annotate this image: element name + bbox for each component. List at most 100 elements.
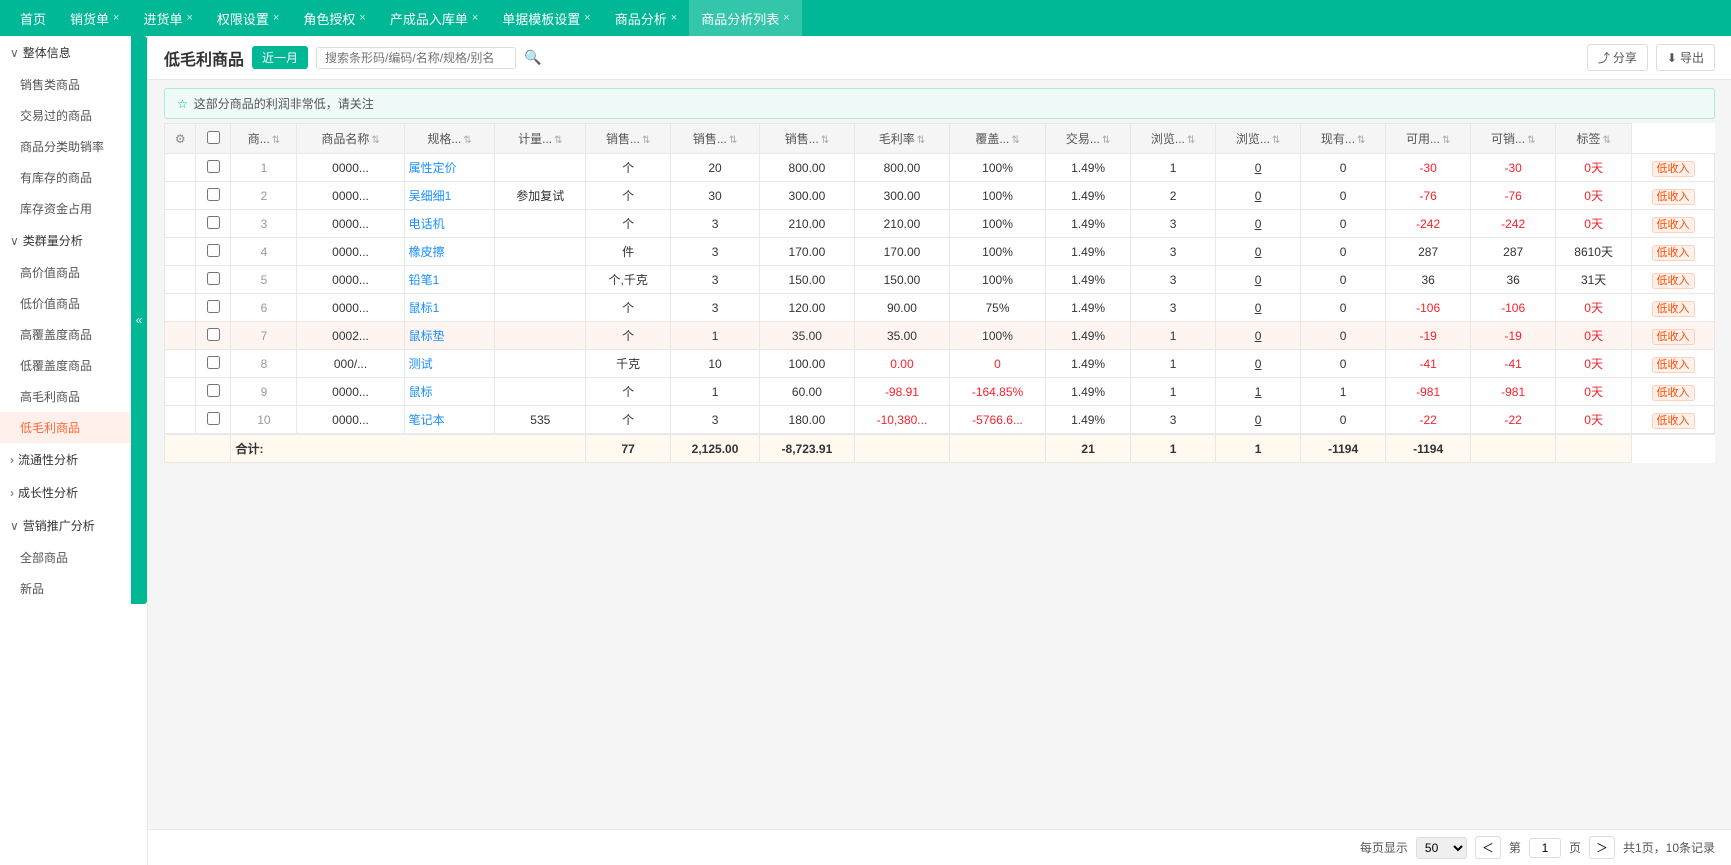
- close-icon[interactable]: ×: [273, 12, 279, 24]
- row-view1[interactable]: 1: [1216, 378, 1301, 406]
- sidebar-group-circulation[interactable]: › 流通性分析: [0, 443, 131, 476]
- col-sales-price[interactable]: 销售...⇅: [671, 124, 760, 154]
- row-select-checkbox[interactable]: [207, 300, 220, 313]
- col-saleable[interactable]: 可销...⇅: [1471, 124, 1556, 154]
- row-checkbox-cell[interactable]: [196, 378, 231, 406]
- row-checkbox-cell[interactable]: [196, 238, 231, 266]
- close-icon[interactable]: ×: [113, 12, 119, 24]
- row-view1[interactable]: 0: [1216, 322, 1301, 350]
- row-view1[interactable]: 0: [1216, 294, 1301, 322]
- row-select-checkbox[interactable]: [207, 160, 220, 173]
- close-icon[interactable]: ×: [671, 12, 677, 24]
- share-button[interactable]: ⤴ 分享: [1587, 44, 1648, 71]
- sidebar-collapse-button[interactable]: «: [131, 36, 147, 604]
- row-checkbox-cell[interactable]: [196, 406, 231, 435]
- sidebar-group-overall[interactable]: ∨ 整体信息: [0, 36, 131, 69]
- sidebar-item-high-value[interactable]: 高价值商品: [0, 257, 131, 288]
- col-available[interactable]: 可用...⇅: [1386, 124, 1471, 154]
- row-select-checkbox[interactable]: [207, 328, 220, 341]
- row-checkbox-cell[interactable]: [196, 266, 231, 294]
- col-name[interactable]: 商品名称⇅: [297, 124, 404, 154]
- select-all-checkbox[interactable]: [207, 131, 220, 144]
- col-coverage[interactable]: 覆盖...⇅: [949, 124, 1045, 154]
- sidebar-item-sales-products[interactable]: 销售类商品: [0, 69, 131, 100]
- row-checkbox-cell[interactable]: [196, 154, 231, 182]
- row-select-checkbox[interactable]: [207, 272, 220, 285]
- prev-page-button[interactable]: ＜: [1475, 836, 1501, 859]
- row-select-checkbox[interactable]: [207, 244, 220, 257]
- col-gross-margin[interactable]: 毛利率⇅: [854, 124, 949, 154]
- nav-role-auth[interactable]: 角色授权 ×: [291, 0, 377, 36]
- row-checkbox-cell[interactable]: [196, 294, 231, 322]
- row-select-checkbox[interactable]: [207, 356, 220, 369]
- next-page-button[interactable]: ＞: [1589, 836, 1615, 859]
- nav-purchase-order[interactable]: 进货单 ×: [131, 0, 204, 36]
- sidebar-item-category-rate[interactable]: 商品分类助销率: [0, 131, 131, 162]
- col-checkbox[interactable]: [196, 124, 231, 154]
- row-name[interactable]: 铅笔1: [404, 266, 495, 294]
- sidebar-item-all-products[interactable]: 全部商品: [0, 542, 131, 573]
- col-code[interactable]: 商...⇅: [231, 124, 297, 154]
- row-view1[interactable]: 0: [1216, 154, 1301, 182]
- col-view2[interactable]: 浏览...⇅: [1216, 124, 1301, 154]
- row-checkbox-cell[interactable]: [196, 182, 231, 210]
- nav-product-analysis-list[interactable]: 商品分析列表 ×: [689, 0, 801, 36]
- row-name[interactable]: 测试: [404, 350, 495, 378]
- sidebar-item-low-coverage[interactable]: 低覆盖度商品: [0, 350, 131, 381]
- row-checkbox-cell[interactable]: [196, 350, 231, 378]
- sidebar-item-new-products[interactable]: 新品: [0, 573, 131, 604]
- row-view1[interactable]: 0: [1216, 350, 1301, 378]
- row-select-checkbox[interactable]: [207, 384, 220, 397]
- row-checkbox-cell[interactable]: [196, 322, 231, 350]
- sidebar-item-low-margin[interactable]: 低毛利商品: [0, 412, 131, 443]
- row-name[interactable]: 鼠标垫: [404, 322, 495, 350]
- sidebar-group-growth[interactable]: › 成长性分析: [0, 476, 131, 509]
- sidebar-item-high-margin[interactable]: 高毛利商品: [0, 381, 131, 412]
- close-icon[interactable]: ×: [186, 12, 192, 24]
- row-view1[interactable]: 0: [1216, 182, 1301, 210]
- sidebar-group-cluster[interactable]: ∨ 类群量分析: [0, 224, 131, 257]
- close-icon[interactable]: ×: [359, 12, 365, 24]
- col-sales-qty[interactable]: 销售...⇅: [586, 124, 671, 154]
- col-settings[interactable]: ⚙: [165, 124, 196, 154]
- sidebar-item-high-coverage[interactable]: 高覆盖度商品: [0, 319, 131, 350]
- row-select-checkbox[interactable]: [207, 216, 220, 229]
- row-view1[interactable]: 0: [1216, 406, 1301, 435]
- nav-home[interactable]: 首页: [8, 0, 58, 36]
- page-size-select[interactable]: 50 100 200: [1416, 837, 1467, 859]
- row-name[interactable]: 鼠标1: [404, 294, 495, 322]
- col-unit[interactable]: 计量...⇅: [495, 124, 586, 154]
- col-tag[interactable]: 标签⇅: [1556, 124, 1632, 154]
- close-icon[interactable]: ×: [584, 12, 590, 24]
- row-view1[interactable]: 0: [1216, 210, 1301, 238]
- search-input[interactable]: [316, 47, 516, 69]
- row-name[interactable]: 笔记本: [404, 406, 495, 435]
- row-name[interactable]: 电话机: [404, 210, 495, 238]
- row-name[interactable]: 属性定价: [404, 154, 495, 182]
- export-button[interactable]: ⬇ 导出: [1656, 44, 1715, 71]
- close-icon[interactable]: ×: [783, 12, 789, 24]
- nav-template-settings[interactable]: 单据模板设置 ×: [490, 0, 602, 36]
- sidebar-item-low-value[interactable]: 低价值商品: [0, 288, 131, 319]
- col-spec[interactable]: 规格...⇅: [404, 124, 495, 154]
- page-number-input[interactable]: [1529, 838, 1561, 858]
- sidebar-item-in-stock[interactable]: 有库存的商品: [0, 162, 131, 193]
- row-checkbox-cell[interactable]: [196, 210, 231, 238]
- row-name[interactable]: 吴细细1: [404, 182, 495, 210]
- col-trade-count[interactable]: 交易...⇅: [1046, 124, 1131, 154]
- col-view1[interactable]: 浏览...⇅: [1131, 124, 1216, 154]
- period-button[interactable]: 近一月: [252, 46, 308, 69]
- row-name[interactable]: 橡皮擦: [404, 238, 495, 266]
- close-icon[interactable]: ×: [472, 12, 478, 24]
- search-icon[interactable]: 🔍: [524, 49, 541, 66]
- row-view1[interactable]: 0: [1216, 266, 1301, 294]
- row-name[interactable]: 鼠标: [404, 378, 495, 406]
- col-current-stock[interactable]: 现有...⇅: [1301, 124, 1386, 154]
- sidebar-item-traded-products[interactable]: 交易过的商品: [0, 100, 131, 131]
- row-select-checkbox[interactable]: [207, 412, 220, 425]
- sidebar-group-marketing[interactable]: ∨ 营销推广分析: [0, 509, 131, 542]
- nav-product-warehouse[interactable]: 产成品入库单 ×: [378, 0, 490, 36]
- col-sales-profit[interactable]: 销售...⇅: [759, 124, 854, 154]
- nav-permissions[interactable]: 权限设置 ×: [205, 0, 291, 36]
- nav-product-analysis[interactable]: 商品分析 ×: [603, 0, 689, 36]
